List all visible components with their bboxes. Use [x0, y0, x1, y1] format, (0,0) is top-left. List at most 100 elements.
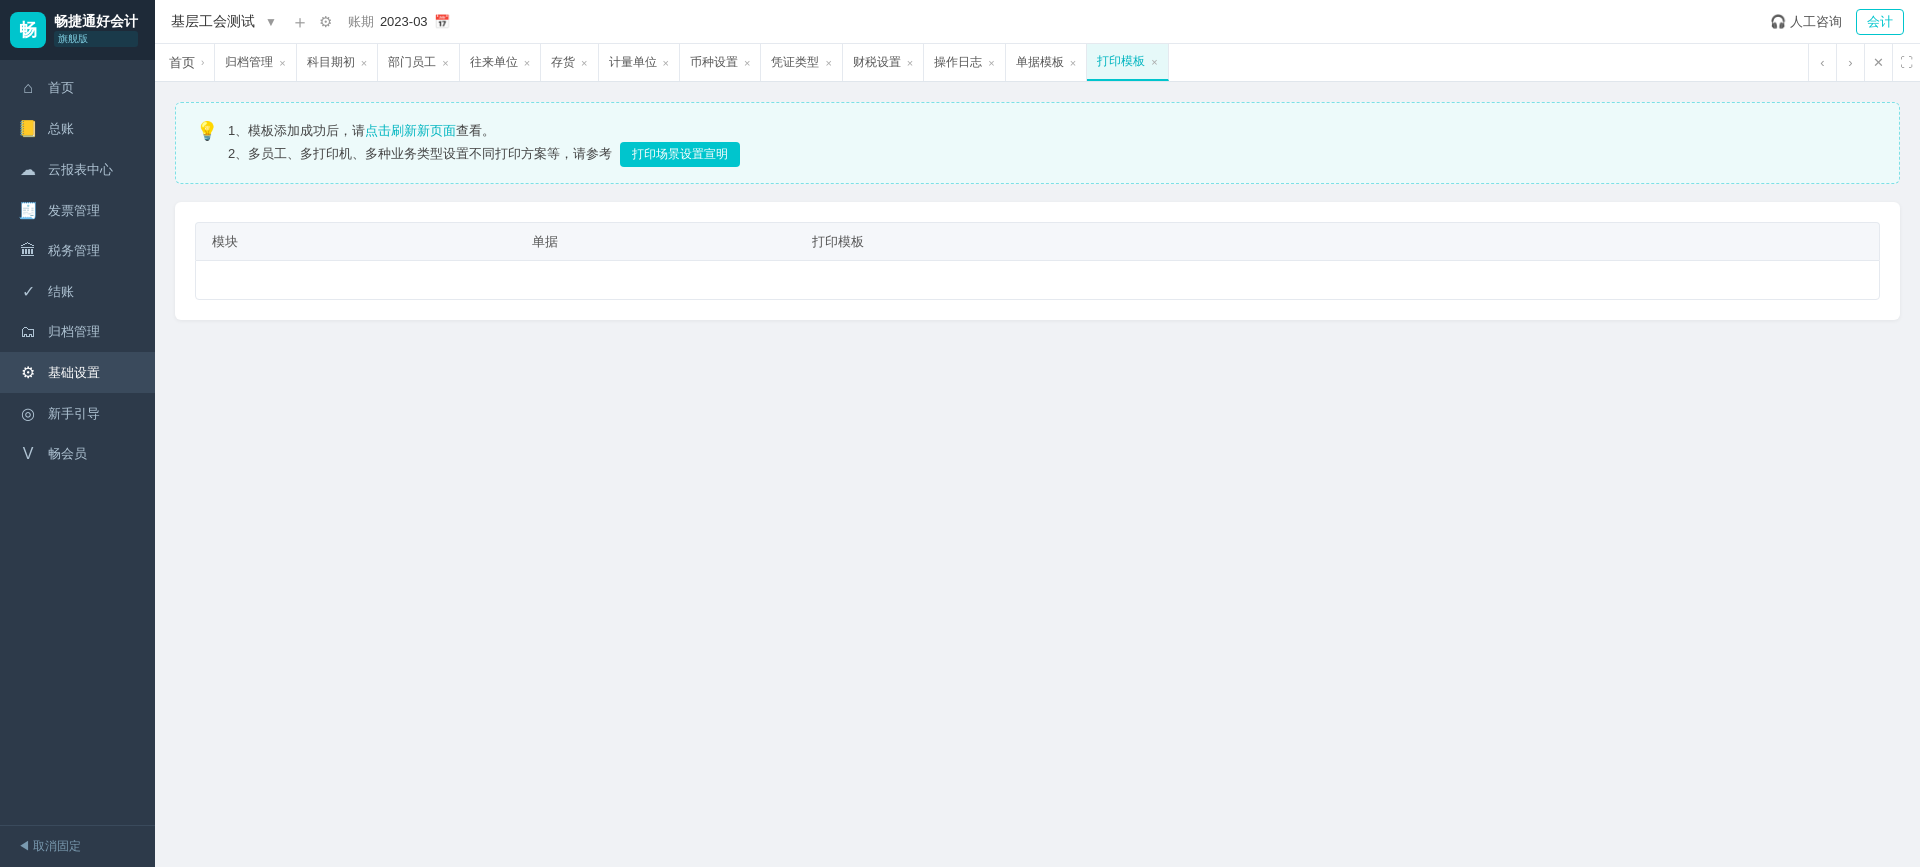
sidebar-label-invoice: 发票管理	[48, 202, 100, 220]
tab-label-voucher: 凭证类型	[771, 54, 819, 71]
tab-voucher[interactable]: 凭证类型 ×	[761, 44, 842, 81]
tab-oplog[interactable]: 操作日志 ×	[924, 44, 1005, 81]
tab-label-subject: 科目期初	[307, 54, 355, 71]
sidebar-label-tax: 税务管理	[48, 242, 100, 260]
sidebar-label-member: 畅会员	[48, 445, 87, 463]
sidebar-label-guide: 新手引导	[48, 405, 100, 423]
tab-label-unit: 计量单位	[609, 54, 657, 71]
tab-close-stock[interactable]: ×	[581, 57, 587, 69]
tab-archive[interactable]: 归档管理×	[215, 44, 296, 81]
tab-fiscal[interactable]: 财税设置 ×	[843, 44, 924, 81]
tab-close-template[interactable]: ×	[1070, 57, 1076, 69]
tab-home-chevron: ›	[201, 57, 204, 68]
sidebar-item-ledger[interactable]: 📒 总账	[0, 108, 155, 149]
tab-close-print[interactable]: ×	[1151, 56, 1157, 68]
notice-line2: 2、多员工、多打印机、多种业务类型设置不同打印方案等，请参考 打印场景设置宣明	[228, 142, 1879, 167]
sidebar-icon-tax: 🏛	[18, 242, 38, 260]
notice-refresh-link[interactable]: 点击刷新新页面	[365, 123, 456, 138]
sidebar-item-member[interactable]: V 畅会员	[0, 434, 155, 474]
tab-stock[interactable]: 存货 ×	[541, 44, 598, 81]
sidebar-icon-settle: ✓	[18, 282, 38, 301]
notice-content: 1、模板添加成功后，请点击刷新新页面查看。 2、多员工、多打印机、多种业务类型设…	[228, 119, 1879, 167]
sidebar-item-settle[interactable]: ✓ 结账	[0, 271, 155, 312]
print-scene-button[interactable]: 打印场景设置宣明	[620, 142, 740, 167]
tab-label-template: 单据模板	[1016, 54, 1064, 71]
period-section: 账期 2023-03 📅	[348, 13, 450, 31]
content-area: 隐藏预置模板设置 💡 1、模板添加成功后，请点击刷新新页面查看。 2、多员工、多…	[155, 82, 1920, 867]
app-title: 畅捷通好会计	[54, 13, 138, 30]
notice-line1-pre: 1、模板添加成功后，请	[228, 123, 365, 138]
settings-icon[interactable]: ⚙	[319, 13, 332, 31]
tab-label-stock: 存货	[551, 54, 575, 71]
notice-line1: 1、模板添加成功后，请点击刷新新页面查看。	[228, 119, 1879, 142]
tab-close-voucher[interactable]: ×	[825, 57, 831, 69]
sidebar-item-tax[interactable]: 🏛 税务管理	[0, 231, 155, 271]
tab-unit[interactable]: 计量单位 ×	[599, 44, 680, 81]
tab-close-oplog[interactable]: ×	[988, 57, 994, 69]
tab-close-currency[interactable]: ×	[744, 57, 750, 69]
tab-print[interactable]: 打印模板 ×	[1087, 44, 1168, 81]
period-label: 账期	[348, 13, 374, 31]
tabbar: 首页›归档管理×科目期初×部门员工×往来单位×存货×计量单位×币种设置×凭证类型…	[155, 44, 1920, 82]
headset-icon: 🎧	[1770, 14, 1786, 29]
tab-template[interactable]: 单据模板 ×	[1006, 44, 1087, 81]
table-header: 模块 单据 打印模板	[195, 222, 1880, 260]
sidebar-item-archive[interactable]: 🗂 归档管理	[0, 312, 155, 352]
sidebar-icon-home: ⌂	[18, 79, 38, 97]
sidebar-nav: ⌂ 首页 📒 总账 ☁ 云报表中心 🧾 发票管理 🏛 税务管理 ✓ 结账 🗂 归…	[0, 60, 155, 825]
tab-expand-button[interactable]: ⛶	[1892, 44, 1920, 81]
tab-close-dept[interactable]: ×	[442, 57, 448, 69]
notice-line2-pre: 2、多员工、多打印机、多种业务类型设置不同打印方案等，请参考	[228, 146, 612, 161]
main-area: 基层工会测试 ▼ ＋ ⚙ 账期 2023-03 📅 🎧 人工咨询 会计 首页 › 归…	[155, 0, 1920, 867]
topbar-right: 🎧 人工咨询 会计	[1770, 9, 1904, 35]
sidebar-item-home[interactable]: ⌂ 首页	[0, 68, 155, 108]
sidebar-label-ledger: 总账	[48, 120, 74, 138]
col-document: 单据	[516, 233, 796, 251]
sidebar-item-invoice[interactable]: 🧾 发票管理	[0, 190, 155, 231]
app-logo-text: 畅捷通好会计 旗舰版	[54, 13, 138, 48]
tab-close-archive[interactable]: ×	[279, 57, 285, 69]
app-logo-icon: 畅	[10, 12, 46, 48]
tab-next-button[interactable]: ›	[1836, 44, 1864, 81]
company-name[interactable]: 基层工会测试	[171, 13, 255, 31]
tab-currency[interactable]: 币种设置 ×	[680, 44, 761, 81]
sidebar-label-home: 首页	[48, 79, 74, 97]
tab-subject[interactable]: 科目期初 ×	[297, 44, 378, 81]
sidebar-icon-archive: 🗂	[18, 323, 38, 341]
service-button[interactable]: 🎧 人工咨询	[1770, 13, 1842, 31]
sidebar-item-settings[interactable]: ⚙ 基础设置	[0, 352, 155, 393]
calendar-icon[interactable]: 📅	[434, 14, 450, 29]
sidebar-icon-guide: ◎	[18, 404, 38, 423]
service-label: 人工咨询	[1790, 13, 1842, 31]
tab-label-supplier: 往来单位	[470, 54, 518, 71]
table-container: 模块 单据 打印模板	[175, 202, 1900, 320]
tab-close-fiscal[interactable]: ×	[907, 57, 913, 69]
tab-label-fiscal: 财税设置	[853, 54, 901, 71]
add-tab-button[interactable]: ＋	[291, 10, 309, 34]
sidebar-footer-label: ◀ 取消固定	[18, 838, 81, 855]
sidebar-item-guide[interactable]: ◎ 新手引导	[0, 393, 155, 434]
sidebar-unpin[interactable]: ◀ 取消固定	[0, 825, 155, 867]
company-dropdown-icon[interactable]: ▼	[265, 15, 277, 29]
sidebar-label-settings: 基础设置	[48, 364, 100, 382]
sidebar-label-reports: 云报表中心	[48, 161, 113, 179]
tab-label-currency: 币种设置	[690, 54, 738, 71]
tab-label-home: 首页	[169, 54, 195, 72]
tab-home[interactable]: 首页 ›	[159, 44, 215, 81]
tab-close-unit[interactable]: ×	[663, 57, 669, 69]
sidebar: 畅 畅捷通好会计 旗舰版 ⌂ 首页 📒 总账 ☁ 云报表中心 🧾 发票管理 🏛 …	[0, 0, 155, 867]
tab-close-subject[interactable]: ×	[361, 57, 367, 69]
tab-label-print: 打印模板	[1097, 53, 1145, 70]
tab-close-all-button[interactable]: ✕	[1864, 44, 1892, 81]
tab-label-oplog: 操作日志	[934, 54, 982, 71]
tab-prev-button[interactable]: ‹	[1808, 44, 1836, 81]
tab-dept[interactable]: 部门员工 ×	[378, 44, 459, 81]
tab-label-dept: 部门员工	[388, 54, 436, 71]
kuaiji-button[interactable]: 会计	[1856, 9, 1904, 35]
tab-close-supplier[interactable]: ×	[524, 57, 530, 69]
sidebar-icon-ledger: 📒	[18, 119, 38, 138]
sidebar-item-reports[interactable]: ☁ 云报表中心	[0, 149, 155, 190]
tab-supplier[interactable]: 往来单位 ×	[460, 44, 541, 81]
notice-line1-post: 查看。	[456, 123, 495, 138]
period-value[interactable]: 2023-03	[380, 14, 428, 29]
